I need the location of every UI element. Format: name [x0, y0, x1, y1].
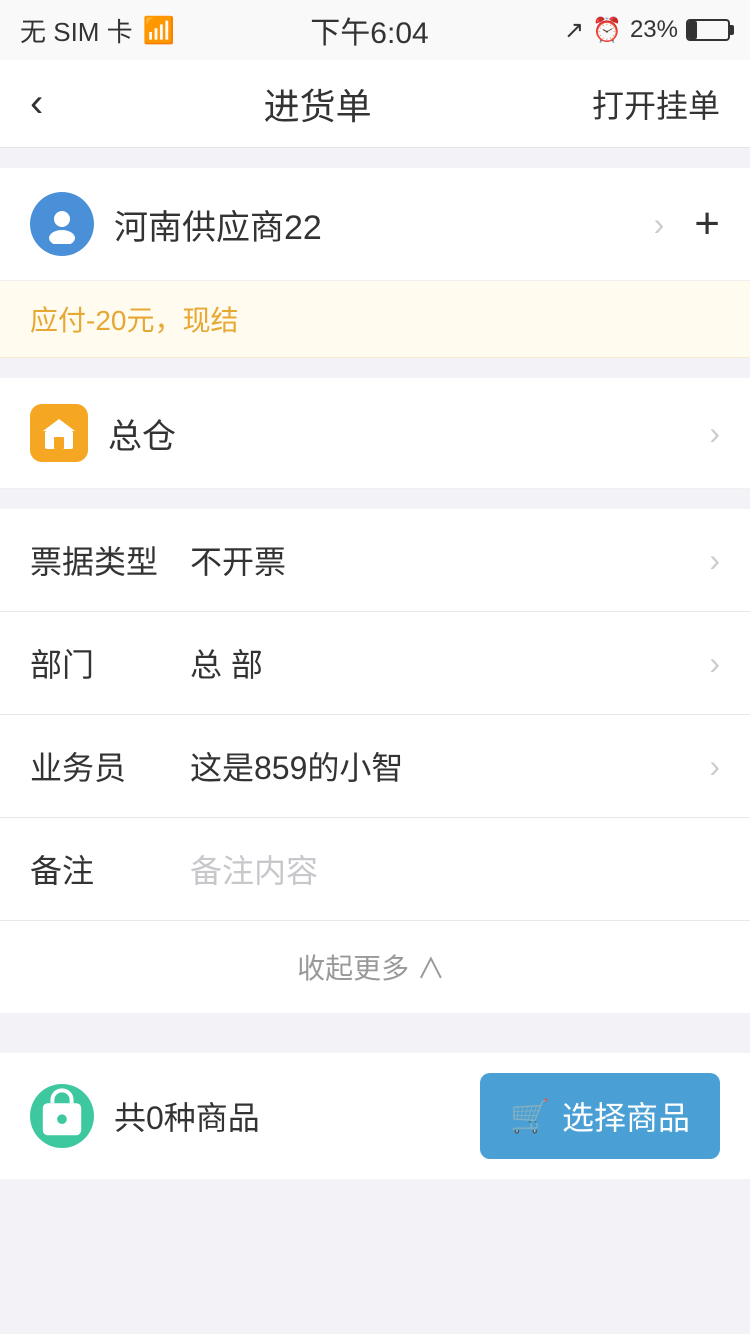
salesperson-value: 这是859的小智: [190, 743, 709, 789]
alarm-icon: ⏰: [592, 16, 622, 45]
select-product-icon: 🛒: [510, 1097, 550, 1135]
supplier-row[interactable]: 河南供应商22 › +: [0, 168, 750, 281]
bottom-bar: 共0种商品 🛒 选择商品: [0, 1053, 750, 1179]
section-gap-1: [0, 148, 750, 168]
status-left: 无 SIM 卡 📶: [20, 12, 175, 49]
warehouse-chevron-icon: ›: [709, 415, 720, 452]
collapse-label: 收起更多 ∧: [297, 947, 445, 987]
battery-percent: 23%: [630, 16, 678, 44]
form-section: 票据类型 不开票 › 部门 总 部 › 业务员 这是859的小智 › 备注 备注…: [0, 509, 750, 1013]
invoice-type-row[interactable]: 票据类型 不开票 ›: [0, 509, 750, 612]
back-button[interactable]: ‹: [30, 81, 43, 126]
status-time: 下午6:04: [310, 8, 428, 52]
department-row[interactable]: 部门 总 部 ›: [0, 612, 750, 715]
department-label: 部门: [30, 640, 190, 686]
warehouse-icon: [30, 404, 88, 462]
nav-bar: ‹ 进货单 打开挂单: [0, 60, 750, 148]
select-product-label: 选择商品: [562, 1093, 690, 1139]
warehouse-section: 总仓 ›: [0, 378, 750, 489]
battery-icon: [686, 19, 730, 41]
add-supplier-button[interactable]: +: [694, 199, 720, 249]
invoice-chevron-icon: ›: [709, 542, 720, 579]
section-gap-2: [0, 358, 750, 378]
status-right: ↗ ⏰ 23%: [564, 16, 730, 45]
salesperson-chevron-icon: ›: [709, 748, 720, 785]
salesperson-label: 业务员: [30, 743, 190, 789]
salesperson-row[interactable]: 业务员 这是859的小智 ›: [0, 715, 750, 818]
warehouse-row[interactable]: 总仓 ›: [0, 378, 750, 489]
supplier-name: 河南供应商22: [114, 200, 654, 249]
department-value: 总 部: [190, 640, 709, 686]
collapse-button[interactable]: 收起更多 ∧: [0, 921, 750, 1013]
remark-row[interactable]: 备注 备注内容: [0, 818, 750, 921]
warehouse-name: 总仓: [108, 409, 709, 458]
remark-input[interactable]: 备注内容: [190, 846, 720, 892]
section-gap-4: [0, 1013, 750, 1033]
status-bar: 无 SIM 卡 📶 下午6:04 ↗ ⏰ 23%: [0, 0, 750, 60]
section-gap-3: [0, 489, 750, 509]
location-icon: ↗: [564, 16, 584, 45]
select-product-button[interactable]: 🛒 选择商品: [480, 1073, 720, 1159]
invoice-type-value: 不开票: [190, 537, 709, 583]
remark-label: 备注: [30, 846, 190, 892]
wifi-icon: 📶: [143, 15, 175, 46]
notice-bar: 应付-20元，现结: [0, 281, 750, 358]
supplier-section: 河南供应商22 › + 应付-20元，现结: [0, 168, 750, 358]
supplier-avatar: [30, 192, 94, 256]
department-chevron-icon: ›: [709, 645, 720, 682]
open-pending-button[interactable]: 打开挂单: [592, 81, 720, 127]
product-count-text: 共0种商品: [114, 1093, 480, 1139]
notice-text: 应付-20元，现结: [30, 305, 238, 336]
supplier-chevron-icon: ›: [654, 206, 665, 243]
invoice-type-label: 票据类型: [30, 537, 190, 583]
product-icon: [30, 1084, 94, 1148]
carrier-text: 无 SIM 卡: [20, 12, 133, 49]
page-title: 进货单: [264, 78, 372, 130]
